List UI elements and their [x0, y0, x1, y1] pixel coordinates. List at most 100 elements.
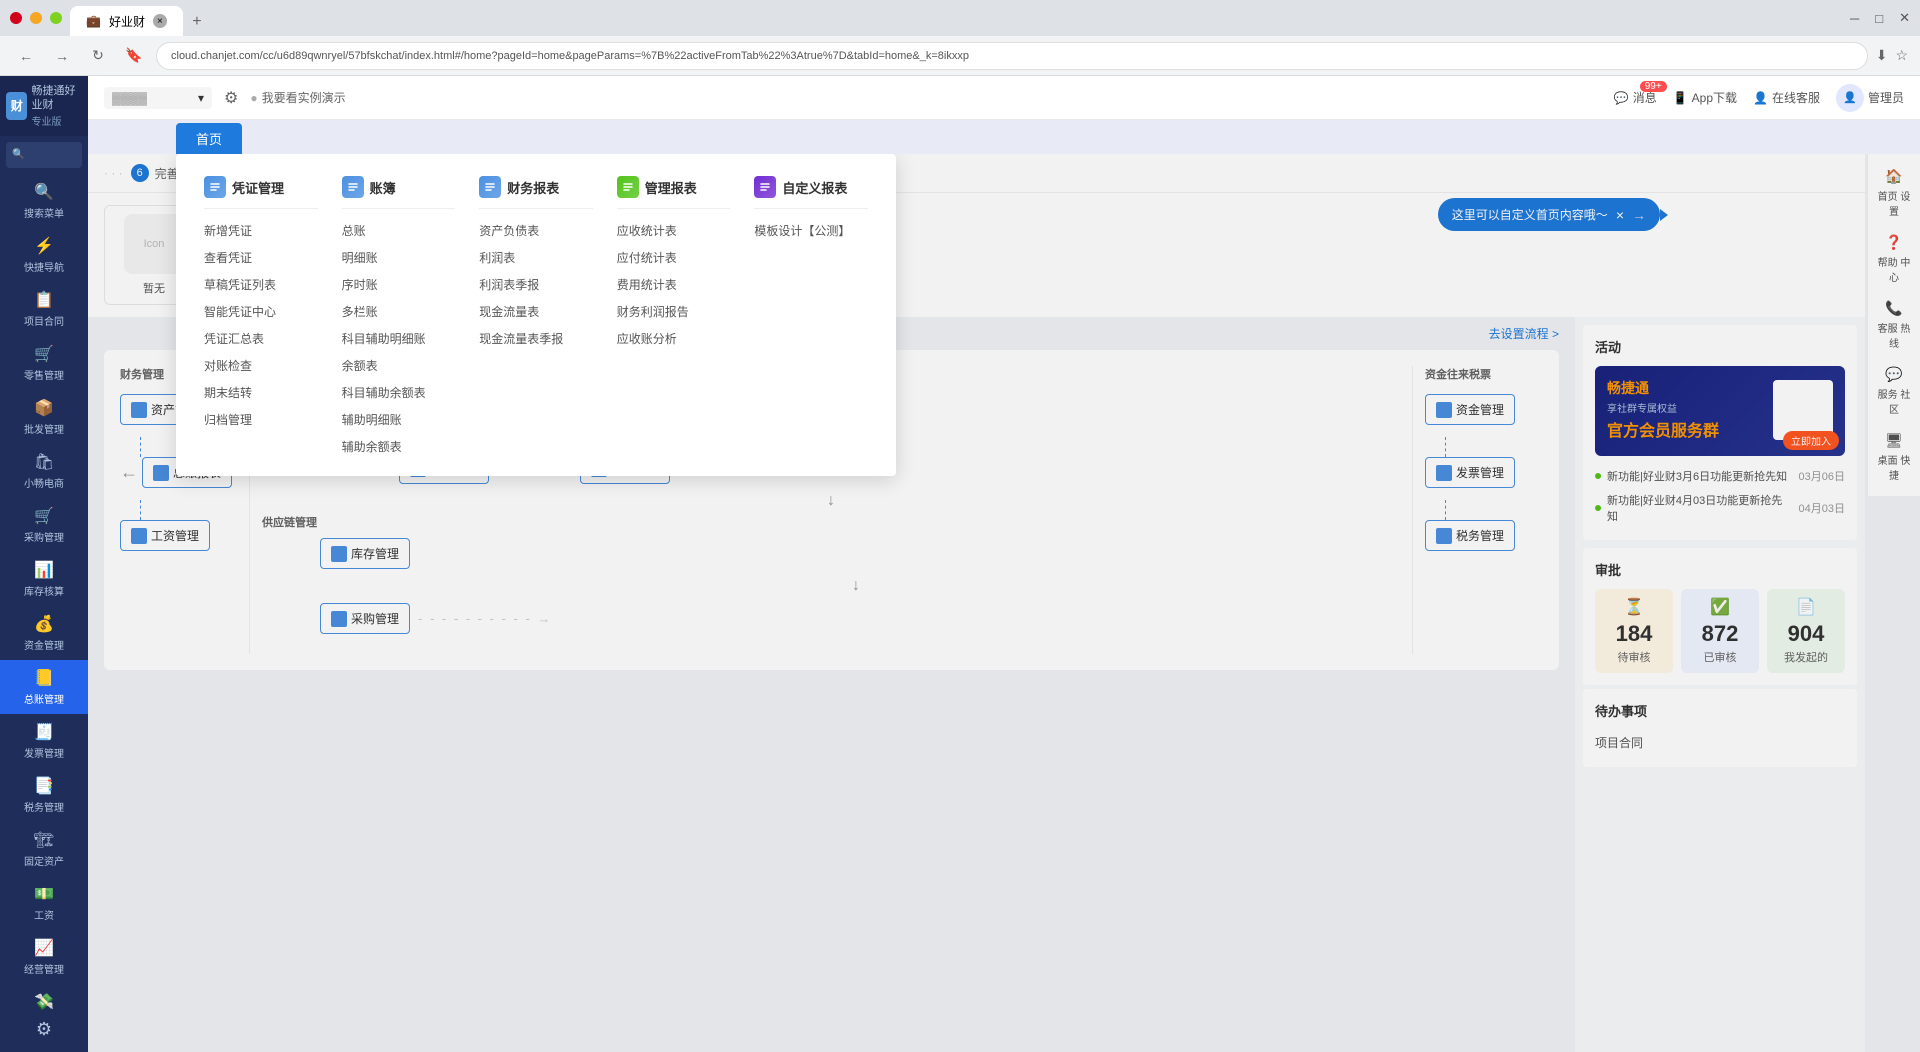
- top-bar-left: ▓▓▓▓ ▾ ⚙ ● 我要看实例演示: [104, 87, 1598, 109]
- menu-item[interactable]: 多栏账: [342, 298, 456, 325]
- window-close[interactable]: [10, 12, 22, 24]
- menu-item[interactable]: 财务利润报告: [617, 298, 731, 325]
- sidebar-icon-tax: 📑: [34, 776, 54, 796]
- avatar-icon: 👤: [1843, 91, 1857, 104]
- sidebar-item-invoice[interactable]: 🧾发票管理: [0, 714, 88, 768]
- sidebar-item-shortcuts[interactable]: ⚡快捷导航: [0, 228, 88, 282]
- menu-item[interactable]: 现金流量表: [479, 298, 593, 325]
- online-service-btn[interactable]: 👤 在线客服: [1753, 89, 1820, 106]
- menu-item[interactable]: 草稿凭证列表: [204, 271, 318, 298]
- tab-bar: 首页: [88, 120, 1920, 154]
- sidebar-item-wholesale[interactable]: 📦批发管理: [0, 390, 88, 444]
- sidebar-item-retail[interactable]: 🛒零售管理: [0, 336, 88, 390]
- win-minimize[interactable]: ─: [1850, 11, 1859, 26]
- sidebar-label-search: 搜索菜单: [24, 205, 64, 220]
- sidebar-label-fixed-assets: 固定资产: [24, 853, 64, 868]
- window-minimize[interactable]: [30, 12, 42, 24]
- browser-chrome: 💼 好业财 × + ─ □ ✕: [0, 0, 1920, 36]
- bookmark-btn[interactable]: 🔖: [120, 42, 148, 70]
- win-controls[interactable]: ─ □ ✕: [1850, 10, 1910, 26]
- company-selector[interactable]: ▓▓▓▓ ▾: [104, 87, 212, 109]
- sidebar-icon-small-shop: 🛍: [34, 452, 54, 472]
- menu-item[interactable]: 查看凭证: [204, 244, 318, 271]
- tab-close-btn[interactable]: ×: [153, 14, 167, 28]
- sidebar-item-small-shop[interactable]: 🛍小畅电商: [0, 444, 88, 498]
- back-btn[interactable]: ←: [12, 42, 40, 70]
- page-body: 凭证管理 新增凭证查看凭证草稿凭证列表智能凭证中心凭证汇总表对账检查期末结转归档…: [88, 154, 1920, 1052]
- menu-item[interactable]: 辅助明细账: [342, 406, 456, 433]
- new-tab-btn[interactable]: +: [183, 8, 211, 36]
- menu-item[interactable]: 总账: [342, 217, 456, 244]
- menu-item[interactable]: 新增凭证: [204, 217, 318, 244]
- menu-section-voucher: 凭证管理 新增凭证查看凭证草稿凭证列表智能凭证中心凭证汇总表对账检查期末结转归档…: [192, 170, 330, 460]
- sidebar-label-purchase: 采购管理: [24, 529, 64, 544]
- menu-item[interactable]: 费用统计表: [617, 271, 731, 298]
- url-text: cloud.chanjet.com/cc/u6d89qwnryel/57bfsk…: [171, 50, 969, 62]
- menu-item[interactable]: 对账检查: [204, 352, 318, 379]
- user-profile-btn[interactable]: 👤 管理员: [1836, 84, 1904, 112]
- sidebar-item-fixed-assets[interactable]: 🏗 固定资产: [0, 822, 88, 876]
- menu-item[interactable]: 科目辅助余额表: [342, 379, 456, 406]
- message-icon: 💬: [1614, 91, 1629, 105]
- menu-section-title-voucher: 凭证管理: [204, 170, 318, 209]
- sidebar-label-retail: 零售管理: [24, 367, 64, 382]
- menu-item[interactable]: 应收账分析: [617, 325, 731, 352]
- sidebar-item-inventory[interactable]: 📊库存核算: [0, 552, 88, 606]
- browser-tab-active[interactable]: 💼 好业财 ×: [70, 6, 183, 36]
- menu-item[interactable]: 利润表: [479, 244, 593, 271]
- sidebar-logo: 财 畅捷通好业财 专业版: [0, 76, 88, 136]
- menu-item[interactable]: 智能凭证中心: [204, 298, 318, 325]
- menu-item[interactable]: 模板设计【公测】: [754, 217, 868, 244]
- topbar-settings-btn[interactable]: ⚙: [224, 88, 238, 108]
- sidebar-label-tax: 税务管理: [24, 799, 64, 814]
- sidebar-search-box[interactable]: 🔍: [6, 142, 82, 168]
- reload-btn[interactable]: ↻: [84, 42, 112, 70]
- sidebar-item-salary[interactable]: 💵工资: [0, 876, 88, 930]
- url-input[interactable]: cloud.chanjet.com/cc/u6d89qwnryel/57bfsk…: [156, 42, 1868, 70]
- win-maximize[interactable]: □: [1875, 11, 1883, 26]
- menu-item[interactable]: 资产负债表: [479, 217, 593, 244]
- menu-section-icon-financial-report: [479, 176, 501, 198]
- menu-item[interactable]: 利润表季报: [479, 271, 593, 298]
- menu-item[interactable]: 序时账: [342, 271, 456, 298]
- sidebar-icon-xiaopin-marketing: 💸: [34, 992, 54, 1011]
- sidebar-item-search[interactable]: 🔍搜索菜单: [0, 174, 88, 228]
- app-download-btn[interactable]: 📱 App下载: [1673, 89, 1737, 106]
- menu-item[interactable]: 余额表: [342, 352, 456, 379]
- logo-sub: 专业版: [31, 113, 82, 128]
- sidebar-nav: 🔍搜索菜单⚡快捷导航📋项目合同🛒零售管理📦批发管理🛍小畅电商🛒采购管理📊库存核算…: [0, 174, 88, 1011]
- sidebar-icon-fixed-assets: 🏗: [34, 830, 54, 850]
- menu-item[interactable]: 应付统计表: [617, 244, 731, 271]
- sidebar-item-tax[interactable]: 📑 税务管理: [0, 768, 88, 822]
- sidebar-item-xiaopin-marketing[interactable]: 💸小畅报销: [0, 984, 88, 1011]
- forward-btn[interactable]: →: [48, 42, 76, 70]
- message-btn[interactable]: 💬 消息 99+: [1614, 89, 1657, 106]
- menu-item[interactable]: 辅助余额表: [342, 433, 456, 460]
- search-icon: 🔍: [12, 149, 24, 160]
- sidebar-settings-btn[interactable]: ⚙: [0, 1011, 88, 1048]
- menu-section-title-manage-report: 管理报表: [617, 170, 731, 209]
- menu-item[interactable]: 归档管理: [204, 406, 318, 433]
- menu-item[interactable]: 凭证汇总表: [204, 325, 318, 352]
- dropdown-menu: 凭证管理 新增凭证查看凭证草稿凭证列表智能凭证中心凭证汇总表对账检查期末结转归档…: [176, 154, 896, 476]
- menu-item[interactable]: 现金流量表季报: [479, 325, 593, 352]
- sidebar-item-accounting[interactable]: 📒总账管理: [0, 660, 88, 714]
- sidebar-label-accounting: 总账管理: [24, 691, 64, 706]
- download-icon[interactable]: ⬇: [1876, 47, 1888, 64]
- menu-item[interactable]: 明细账: [342, 244, 456, 271]
- home-tab[interactable]: 首页: [176, 123, 242, 154]
- sidebar-item-operation[interactable]: 📈经营管理: [0, 930, 88, 984]
- star-icon[interactable]: ☆: [1895, 47, 1908, 64]
- menu-item[interactable]: 应收统计表: [617, 217, 731, 244]
- sidebar-item-purchase[interactable]: 🛒采购管理: [0, 498, 88, 552]
- sidebar-item-finance[interactable]: 💰资金管理: [0, 606, 88, 660]
- menu-section-ledger: 账簿 总账明细账序时账多栏账科目辅助明细账余额表科目辅助余额表辅助明细账辅助余额…: [330, 170, 468, 460]
- sidebar-item-project-contract[interactable]: 📋项目合同: [0, 282, 88, 336]
- menu-item[interactable]: 科目辅助明细账: [342, 325, 456, 352]
- menu-section-financial-report: 财务报表 资产负债表利润表利润表季报现金流量表现金流量表季报: [467, 170, 605, 460]
- window-maximize[interactable]: [50, 12, 62, 24]
- demo-btn[interactable]: ● 我要看实例演示: [250, 89, 345, 106]
- win-close[interactable]: ✕: [1899, 10, 1910, 26]
- tab-favicon: 💼: [86, 14, 101, 28]
- menu-item[interactable]: 期末结转: [204, 379, 318, 406]
